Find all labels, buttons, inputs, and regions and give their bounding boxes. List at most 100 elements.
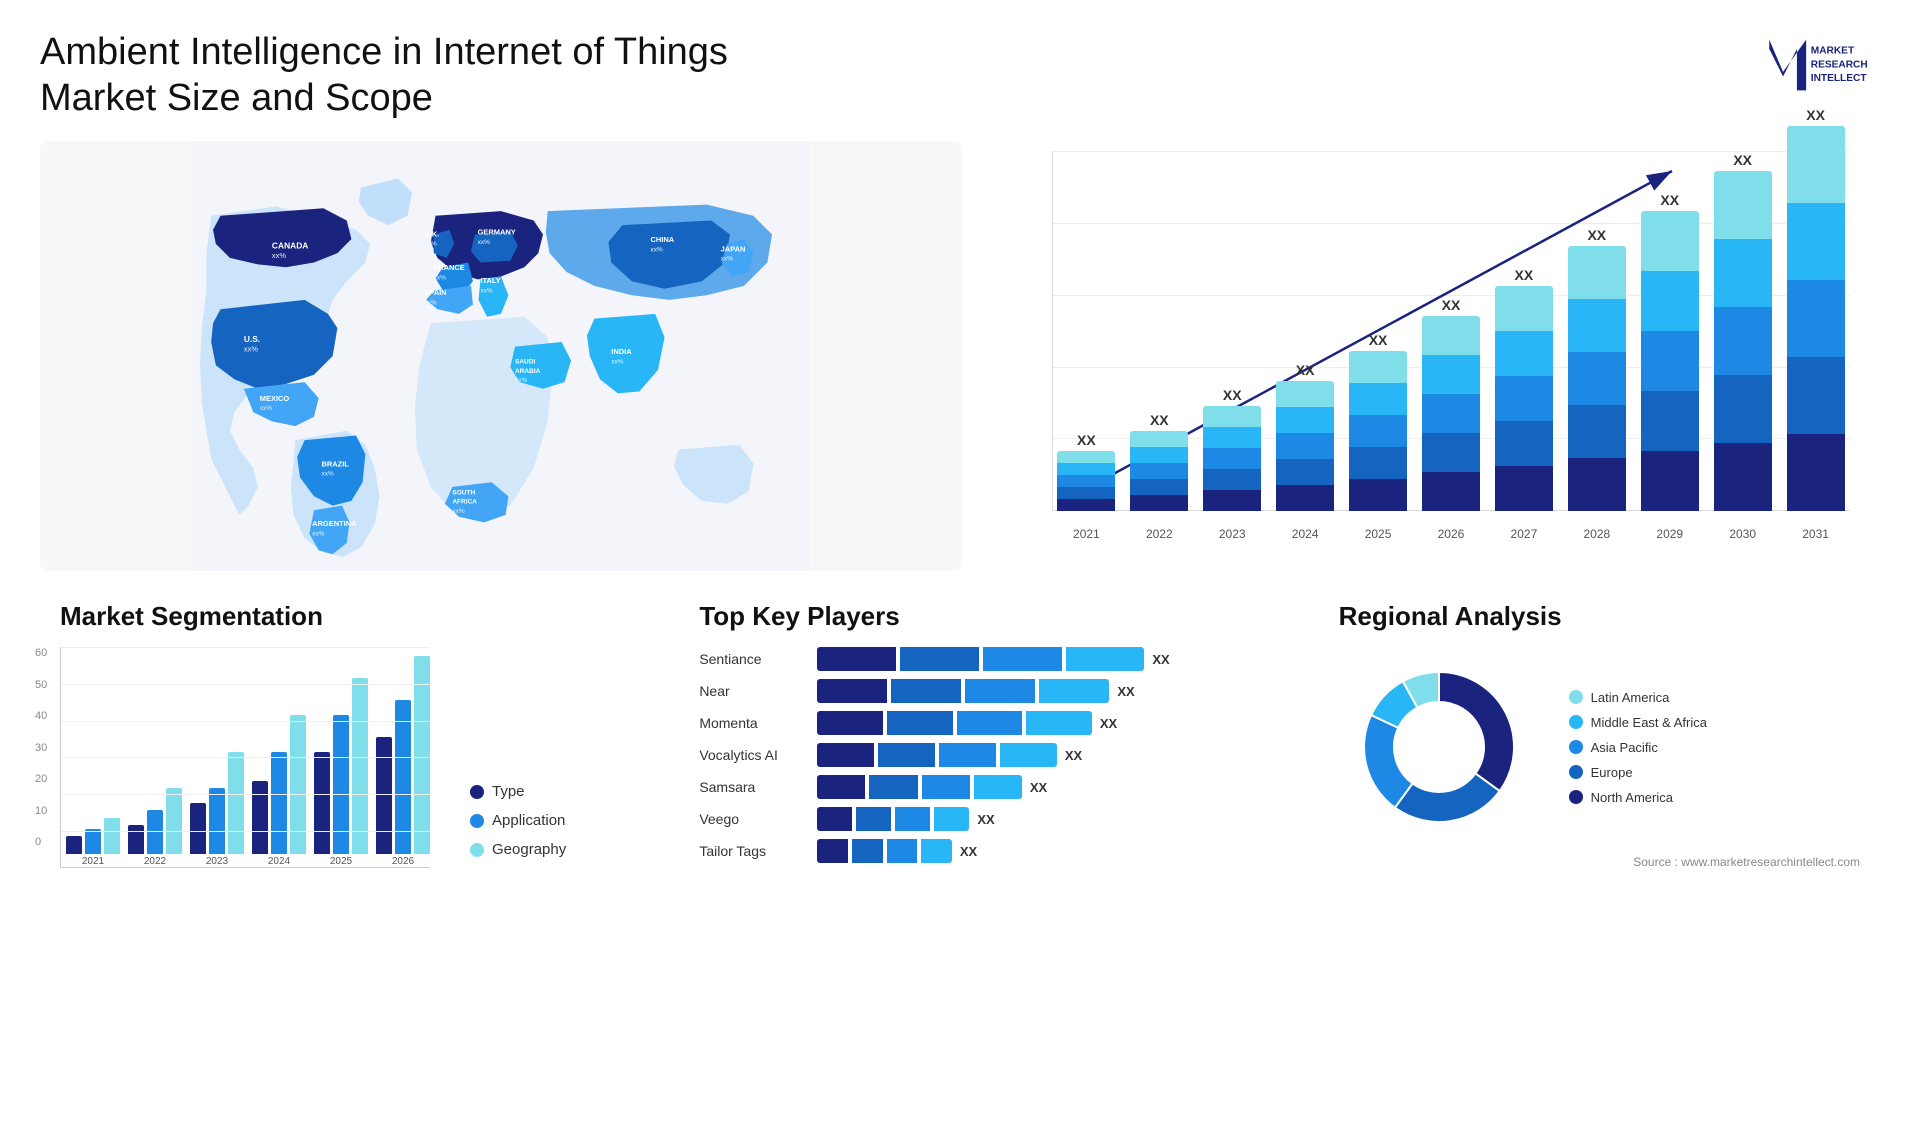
bar-segment <box>1568 405 1626 458</box>
svg-text:ITALY: ITALY <box>480 276 500 285</box>
player-bar-segment <box>891 679 961 703</box>
bar-segment <box>1203 406 1261 427</box>
bar-segment <box>1349 447 1407 479</box>
svg-text:xx%: xx% <box>244 345 258 354</box>
bar-top-label: XX <box>1150 412 1169 428</box>
regional-legend-label: Latin America <box>1591 690 1670 705</box>
legend-type-dot <box>470 785 484 799</box>
bar-chart-bars: XXXXXXXXXXXXXXXXXXXXXX <box>1052 151 1850 511</box>
seg-bar <box>209 788 225 854</box>
player-row: SamsaraXX <box>699 775 1278 799</box>
bar-segment <box>1641 451 1699 511</box>
bar-year: 2025 <box>1344 527 1413 541</box>
svg-text:FRANCE: FRANCE <box>434 263 465 272</box>
player-name: Sentiance <box>699 651 809 667</box>
svg-text:GERMANY: GERMANY <box>478 228 516 237</box>
player-bar-segment <box>887 839 918 863</box>
legend-type: Type <box>470 783 566 800</box>
y-tick-20: 20 <box>35 773 47 785</box>
bar-segment <box>1787 280 1845 357</box>
player-bar-segment <box>957 711 1023 735</box>
player-bar-segment <box>939 743 996 767</box>
player-xx-label: XX <box>960 844 977 859</box>
seg-year-label: 2025 <box>330 856 352 867</box>
svg-text:JAPAN: JAPAN <box>721 244 746 253</box>
regional-legend-dot <box>1569 690 1583 704</box>
bar-segment <box>1714 443 1772 511</box>
y-tick-30: 30 <box>35 742 47 754</box>
svg-text:xx%: xx% <box>272 251 286 260</box>
regional-legend-dot <box>1569 740 1583 754</box>
legend-geography: Geography <box>470 841 566 858</box>
segmentation-bars: 202120222023202420252026 <box>66 647 430 867</box>
y-tick-50: 50 <box>35 679 47 691</box>
svg-text:BRAZIL: BRAZIL <box>321 459 349 468</box>
player-bar-segment <box>817 647 896 671</box>
bar-group: XX <box>1125 412 1194 511</box>
legend-application: Application <box>470 812 566 829</box>
bar-segment <box>1276 485 1334 511</box>
svg-text:xx%: xx% <box>312 531 325 538</box>
top-section: CANADA xx% U.S. xx% MEXICO xx% BRAZIL xx… <box>40 141 1880 571</box>
seg-bar <box>147 810 163 854</box>
company-logo: MARKET RESEARCH INTELLECT <box>1760 30 1880 100</box>
legend-geography-dot <box>470 843 484 857</box>
bar-segment <box>1057 451 1115 463</box>
svg-text:MEXICO: MEXICO <box>260 394 290 403</box>
regional-legend-dot <box>1569 765 1583 779</box>
bar-group: XX <box>1635 192 1704 511</box>
svg-text:ARABIA: ARABIA <box>515 368 541 375</box>
player-bar-segment <box>817 839 848 863</box>
seg-bar <box>333 715 349 854</box>
player-bar-wrap: XX <box>817 839 977 863</box>
regional-legend-item: Latin America <box>1569 690 1707 705</box>
bar-year: 2027 <box>1489 527 1558 541</box>
regional-title: Regional Analysis <box>1339 601 1860 632</box>
bar-segment <box>1495 286 1553 331</box>
seg-bar-group: 2024 <box>252 715 306 867</box>
bar-group: XX <box>1781 107 1850 511</box>
seg-bar <box>66 836 82 854</box>
bar-segment <box>1714 375 1772 443</box>
regional-legend-item: Asia Pacific <box>1569 740 1707 755</box>
bar-group: XX <box>1198 387 1267 511</box>
svg-text:xx%: xx% <box>515 377 528 384</box>
svg-text:xx%: xx% <box>478 239 491 246</box>
bar-chart-container: XXXXXXXXXXXXXXXXXXXXXX 20212022202320242… <box>982 141 1880 571</box>
svg-text:MARKET: MARKET <box>1811 45 1855 56</box>
seg-bar-group: 2022 <box>128 788 182 867</box>
world-map-container: CANADA xx% U.S. xx% MEXICO xx% BRAZIL xx… <box>40 141 962 571</box>
svg-text:ARGENTINA: ARGENTINA <box>312 519 357 528</box>
player-bar-segment <box>856 807 891 831</box>
bar-year: 2030 <box>1708 527 1777 541</box>
bar-group: XX <box>1417 297 1486 511</box>
page-title: Ambient Intelligence in Internet of Thin… <box>40 30 740 121</box>
player-bar-segment <box>817 775 865 799</box>
seg-bar <box>228 752 244 855</box>
bar-top-label: XX <box>1077 432 1096 448</box>
player-bar-segment <box>921 839 952 863</box>
bar-segment <box>1714 307 1772 375</box>
svg-text:xx%: xx% <box>424 241 437 248</box>
bar-segment <box>1130 447 1188 463</box>
player-xx-label: XX <box>977 812 994 827</box>
bar-segment <box>1349 415 1407 447</box>
player-row: Sentiance XX <box>699 647 1278 671</box>
player-bar-segment <box>878 743 935 767</box>
bar-group: XX <box>1344 332 1413 511</box>
logo-area: MARKET RESEARCH INTELLECT <box>1760 30 1880 100</box>
svg-text:RESEARCH: RESEARCH <box>1811 59 1868 70</box>
svg-text:xx%: xx% <box>611 359 624 366</box>
svg-text:INDIA: INDIA <box>611 347 632 356</box>
seg-year-label: 2024 <box>268 856 290 867</box>
player-bar-wrap: XX <box>817 647 1169 671</box>
bottom-section: Market Segmentation 0 10 20 30 40 50 60 <box>40 591 1880 1116</box>
bar-segment <box>1203 490 1261 511</box>
bar-segment <box>1203 469 1261 490</box>
svg-text:INTELLECT: INTELLECT <box>1811 73 1868 84</box>
seg-bar <box>290 715 306 854</box>
player-bar-wrap: XX <box>817 743 1082 767</box>
bar-segment <box>1130 495 1188 511</box>
y-tick-0: 0 <box>35 836 47 848</box>
bar-segment <box>1787 126 1845 203</box>
